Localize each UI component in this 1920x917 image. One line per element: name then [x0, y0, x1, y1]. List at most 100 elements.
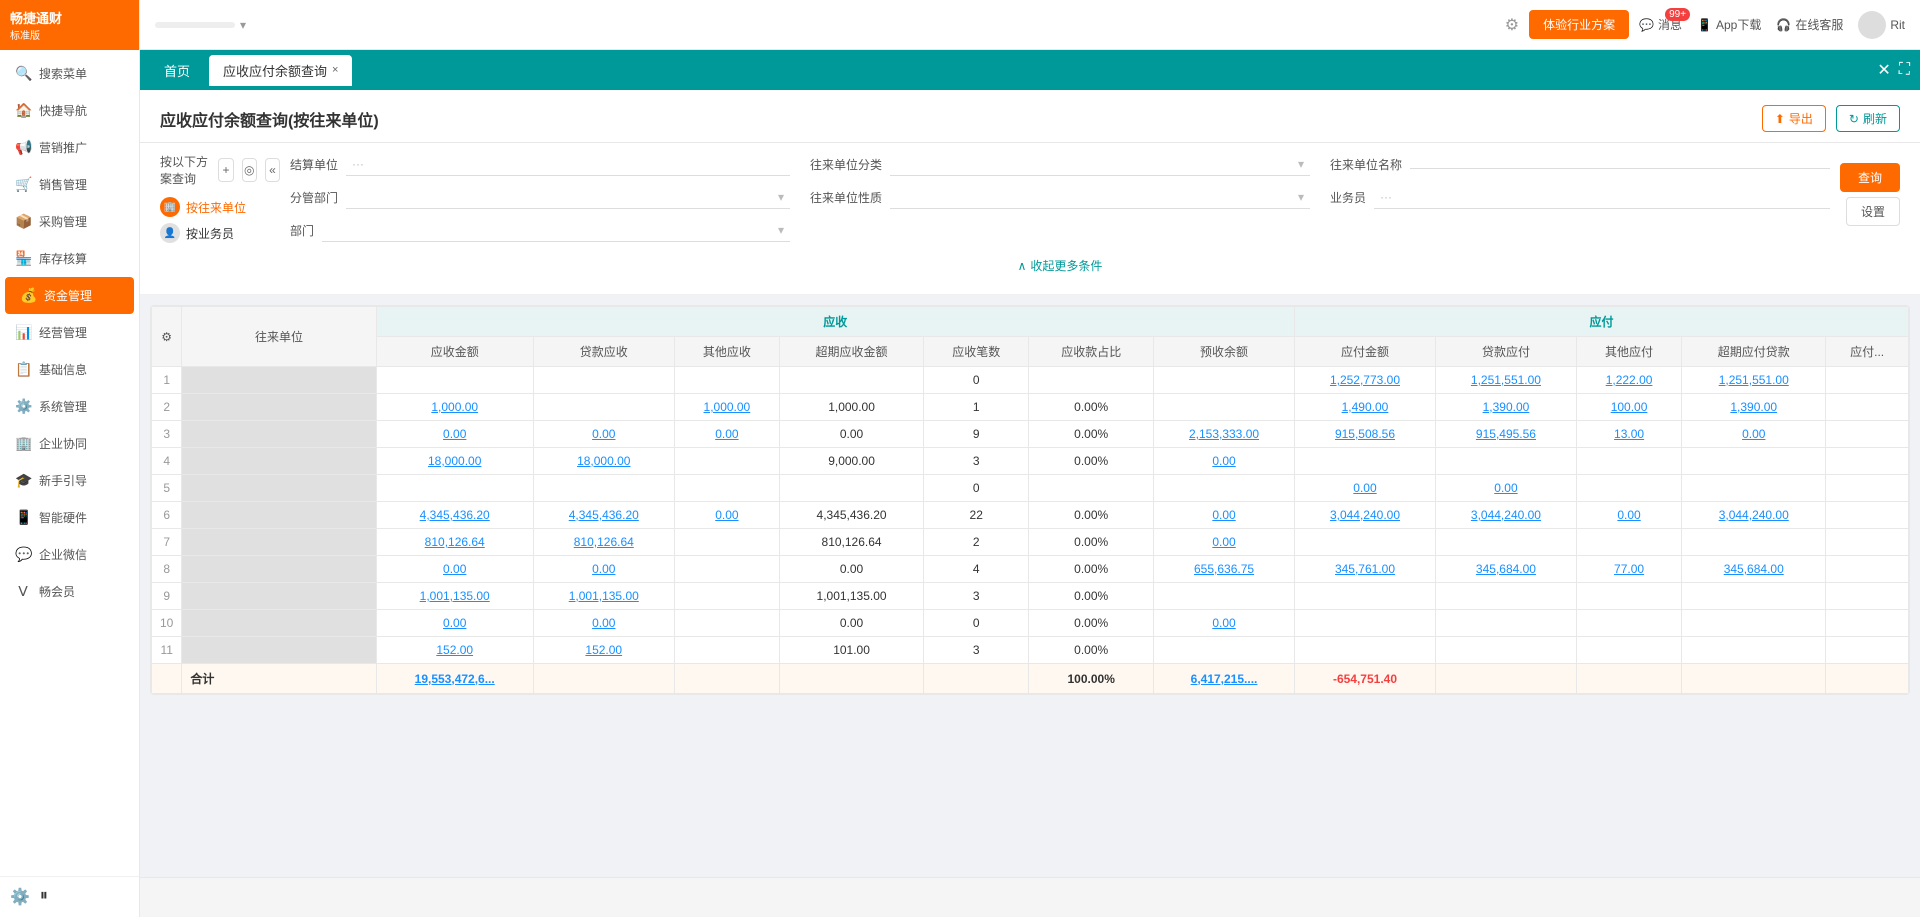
active-tab-label: 应收应付余额查询	[223, 61, 327, 80]
company-cell: ██████████	[182, 475, 376, 502]
sidebar-item-operations[interactable]: 📊 经营管理	[0, 314, 139, 351]
app-download-btn[interactable]: 📱 App下载	[1697, 16, 1761, 33]
table-row: 10██████████0.000.000.0000.00%0.00	[152, 610, 1909, 637]
company-category-select[interactable]: ▾	[890, 153, 1310, 176]
by-salesman-label: 按业务员	[186, 225, 234, 242]
online-service-btn[interactable]: 🎧 在线客服	[1776, 16, 1843, 33]
user-profile[interactable]: Rit	[1858, 11, 1905, 39]
table-row: 4██████████18,000.0018,000.009,000.0030.…	[152, 448, 1909, 475]
scheme-by-company[interactable]: 🏢 按往来单位	[160, 197, 280, 217]
footer-receivable-amount[interactable]: 19,553,472,6...	[376, 664, 533, 694]
sidebar-item-quick-nav[interactable]: 🏠 快捷导航	[0, 92, 139, 129]
footer-advance-balance[interactable]: 6,417,215....	[1154, 664, 1295, 694]
query-button[interactable]: 查询	[1840, 163, 1900, 192]
enterprise-icon: 🏢	[15, 435, 31, 452]
logo-sub: 标准版	[10, 27, 62, 42]
export-btn[interactable]: ⬆ 导出	[1762, 105, 1826, 132]
payable-more-header: 应付...	[1826, 337, 1909, 367]
settings-scheme-btn[interactable]: ◎	[242, 158, 257, 182]
table-row: 7██████████810,126.64810,126.64810,126.6…	[152, 529, 1909, 556]
footer-label: 合计	[182, 664, 376, 694]
sidebar-item-purchase[interactable]: 📦 采购管理	[0, 203, 139, 240]
tab-expand-icon[interactable]: ⛶	[1899, 61, 1910, 79]
company-nature-label: 往来单位性质	[810, 189, 882, 206]
operations-icon: 📊	[15, 324, 31, 341]
collapse-icon[interactable]: ⏸	[40, 887, 48, 907]
tab-close-icon[interactable]: ×	[332, 64, 338, 76]
sidebar-item-marketing[interactable]: 📢 营销推广	[0, 129, 139, 166]
page-title: 应收应付余额查询(按往来单位)	[160, 107, 379, 131]
other-receivable-header: 其他应收	[674, 337, 779, 367]
sidebar: 畅捷通财 标准版 🔍 搜索菜单 🏠 快捷导航 📢 营销推广 🛒 销售管理	[0, 0, 140, 917]
settings-icon[interactable]: ⚙️	[10, 887, 30, 907]
refresh-label: 刷新	[1863, 110, 1887, 127]
sidebar-item-label: 新手引导	[39, 472, 87, 489]
add-scheme-btn[interactable]: +	[218, 158, 233, 182]
footer-payable-amount: -654,751.40	[1295, 664, 1436, 694]
basic-info-icon: 📋	[15, 361, 31, 378]
sidebar-item-sales[interactable]: 🛒 销售管理	[0, 166, 139, 203]
salesman-dots: ···	[1380, 190, 1392, 204]
wechat-icon: 💬	[15, 546, 31, 563]
finance-icon: 💰	[20, 287, 36, 304]
export-icon: ⬆	[1775, 112, 1785, 126]
scheme-by-salesman[interactable]: 👤 按业务员	[160, 223, 280, 243]
filter-header: 按以下方案查询 + ◎ «	[160, 153, 280, 187]
message-btn[interactable]: 💬 消息 99+	[1639, 16, 1682, 33]
sidebar-item-label: 经营管理	[39, 324, 87, 341]
company-cell: ██████████	[182, 529, 376, 556]
table-row: 6^4,345,436.204,345,436.200.004,345,436.…	[152, 502, 1909, 529]
row-number: 5	[152, 475, 182, 502]
sidebar-item-system[interactable]: ⚙️ 系统管理	[0, 388, 139, 425]
company-name-input[interactable]	[1410, 160, 1830, 169]
sidebar-item-vip[interactable]: Ⅴ 畅会员	[0, 573, 139, 610]
company-cell: ██████████	[182, 448, 376, 475]
sales-icon: 🛒	[15, 176, 31, 193]
company-cell: ██████████	[182, 637, 376, 664]
tab-home[interactable]: 首页	[150, 55, 204, 86]
company-category-field: 往来单位分类 ▾	[810, 153, 1310, 176]
gear-icon[interactable]: ⚙	[1505, 15, 1519, 35]
salesman-input[interactable]: ···	[1374, 186, 1830, 209]
sidebar-item-smart-hw[interactable]: 📱 智能硬件	[0, 499, 139, 536]
message-badge: 99+	[1665, 8, 1690, 21]
settings-button[interactable]: 设置	[1846, 197, 1900, 226]
tab-close-window-icon[interactable]: ✕	[1877, 60, 1890, 80]
sidebar-item-basic-info[interactable]: 📋 基础信息	[0, 351, 139, 388]
company-cell: P	[182, 556, 376, 583]
guide-icon: 🎓	[15, 472, 31, 489]
department-select[interactable]: ▾	[322, 219, 790, 242]
footer-overdue-receivable	[780, 664, 924, 694]
refresh-btn[interactable]: ↻ 刷新	[1836, 105, 1900, 132]
sidebar-item-inventory[interactable]: 🏪 库存核算	[0, 240, 139, 277]
company-cell: ^	[182, 502, 376, 529]
tab-bar: 首页 应收应付余额查询 × ✕ ⛶	[140, 50, 1920, 90]
settlement-unit-label: 结算单位	[290, 156, 338, 173]
collapse-more-btn[interactable]: ∧ 收起更多条件	[290, 252, 1830, 279]
industry-btn[interactable]: 体验行业方案	[1529, 10, 1629, 39]
sidebar-item-finance[interactable]: 💰 资金管理	[5, 277, 134, 314]
sidebar-bottom: ⚙️ ⏸	[0, 876, 139, 917]
sidebar-item-enterprise[interactable]: 🏢 企业协同	[0, 425, 139, 462]
row-number: 1	[152, 367, 182, 394]
table-row: 3██████████0.000.000.000.0090.00%2,153,3…	[152, 421, 1909, 448]
receivable-count-header: 应收笔数	[924, 337, 1029, 367]
sidebar-item-search-menu[interactable]: 🔍 搜索菜单	[0, 55, 139, 92]
company-cell: ██████████	[182, 583, 376, 610]
sidebar-item-wechat[interactable]: 💬 企业微信	[0, 536, 139, 573]
message-icon: 💬	[1639, 18, 1654, 32]
dept-select[interactable]: ▾	[346, 186, 790, 209]
payable-group-header: 应付	[1295, 307, 1909, 337]
other-payable-header: 其他应付	[1576, 337, 1681, 367]
table-row: 2██████████1,000.001,000.001,000.0010.00…	[152, 394, 1909, 421]
settlement-unit-input[interactable]: ···	[346, 153, 790, 176]
settings-col-header[interactable]: ⚙	[152, 307, 182, 367]
home-tab-label: 首页	[164, 61, 190, 80]
tab-active[interactable]: 应收应付余额查询 ×	[209, 55, 352, 86]
bottom-bar	[140, 877, 1920, 917]
collapse-scheme-btn[interactable]: «	[265, 158, 280, 182]
company-nature-select[interactable]: ▾	[890, 186, 1310, 209]
company-col-header: 往来单位	[182, 307, 376, 367]
sidebar-item-guide[interactable]: 🎓 新手引导	[0, 462, 139, 499]
salesman-field: 业务员 ···	[1330, 186, 1830, 209]
